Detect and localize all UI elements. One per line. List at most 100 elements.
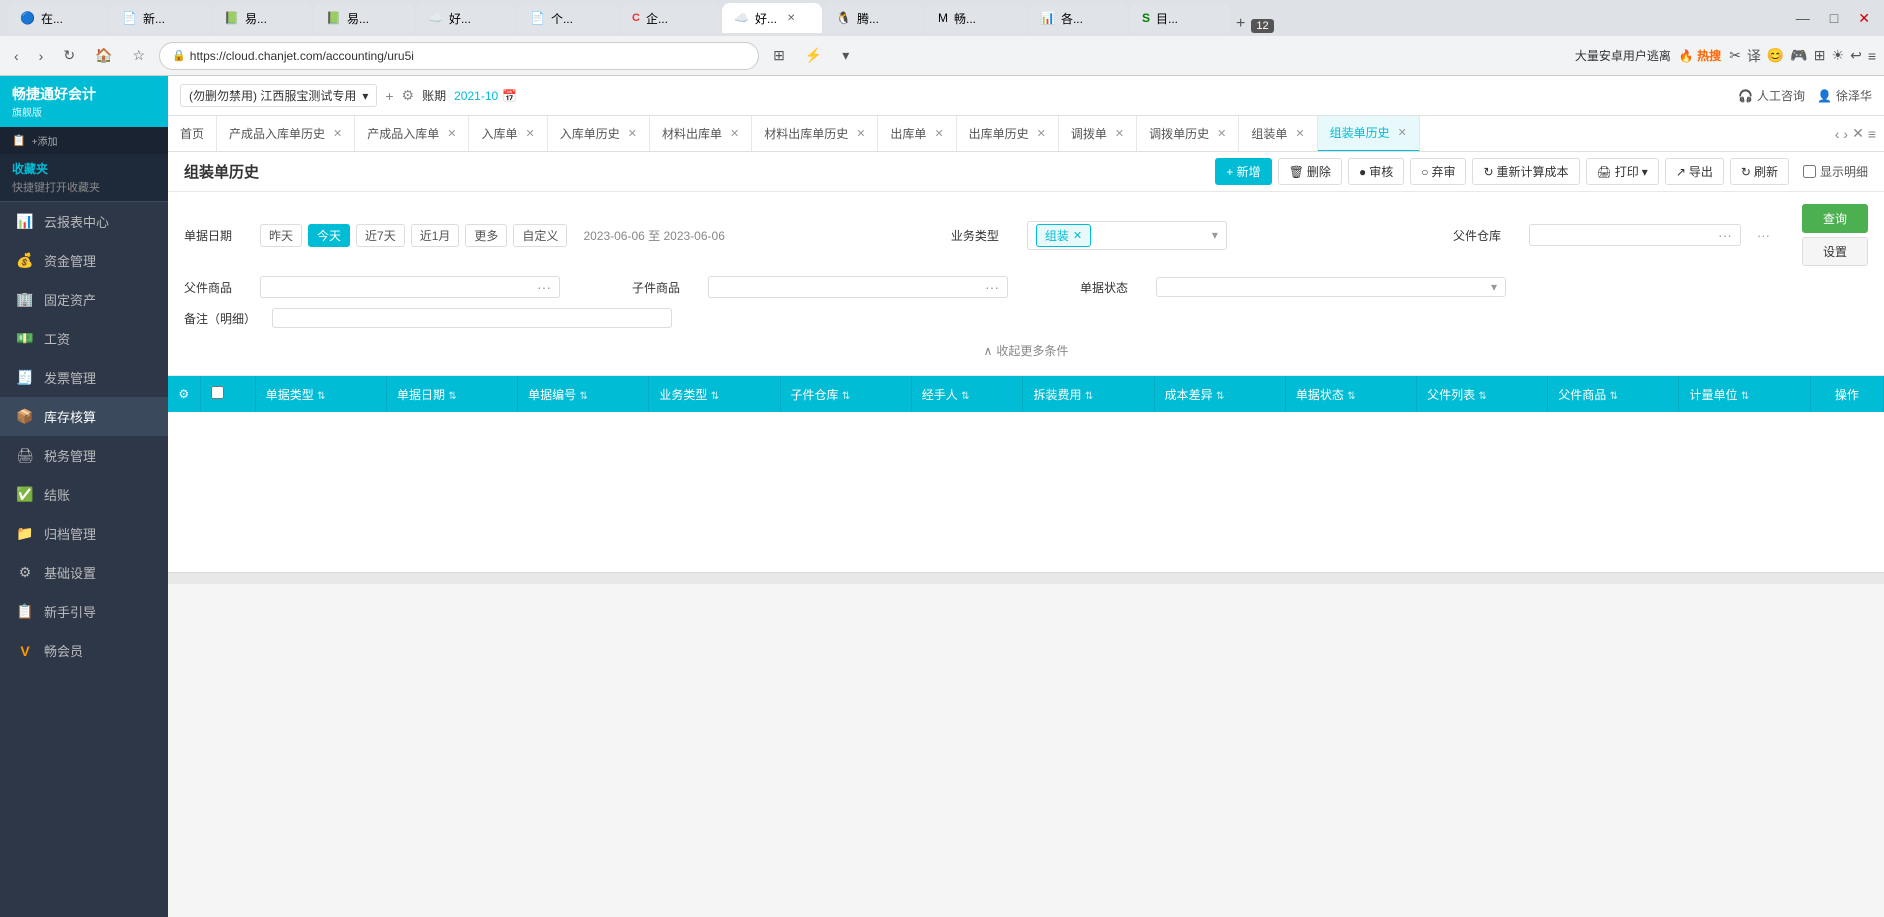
browser-tab-5[interactable]: 📄 个... (518, 3, 618, 33)
tab-nav-next[interactable]: › (1843, 126, 1848, 142)
tab-assembly-close[interactable]: ✕ (1295, 127, 1304, 140)
display-detail-checkbox[interactable] (1803, 165, 1816, 178)
sidebar-item-inventory[interactable]: 📦 库存核算 (0, 397, 168, 436)
tab-material-out-close[interactable]: ✕ (730, 127, 739, 140)
tab-produce-in-history-close[interactable]: ✕ (333, 127, 342, 140)
tab-in-order-history-close[interactable]: ✕ (628, 127, 637, 140)
period-value[interactable]: 2021-10 📅 (454, 89, 517, 103)
sidebar-item-settings[interactable]: ⚙ 基础设置 (0, 553, 168, 592)
new-tab-button[interactable]: + (1232, 15, 1249, 33)
th-parent-list[interactable]: 父件列表 ⇅ (1417, 376, 1548, 412)
sidebar-item-guide[interactable]: 📋 新手引导 (0, 592, 168, 631)
sidebar-item-capital[interactable]: 💰 资金管理 (0, 241, 168, 280)
tab-out-order-history-close[interactable]: ✕ (1037, 127, 1046, 140)
tab-assembly-history-close[interactable]: ✕ (1398, 126, 1407, 139)
sidebar-item-assets[interactable]: 🏢 固定资产 (0, 280, 168, 319)
th-unit[interactable]: 计量单位 ⇅ (1679, 376, 1810, 412)
page-tab-transfer[interactable]: 调拨单 ✕ (1059, 116, 1137, 152)
account-selector[interactable]: (勿删勿禁用) 江西服宝测试专用 ▾ (180, 84, 377, 107)
th-bill-no[interactable]: 单据编号 ⇅ (518, 376, 649, 412)
home-button[interactable]: 🏠 (89, 45, 118, 66)
page-tab-in-order[interactable]: 入库单 ✕ (469, 116, 547, 152)
biz-type-tag-close[interactable]: ✕ (1073, 229, 1082, 242)
page-tab-transfer-history[interactable]: 调拨单历史 ✕ (1137, 116, 1239, 152)
date-7days-btn[interactable]: 近7天 (356, 224, 405, 247)
close-button[interactable]: ✕ (1852, 10, 1876, 27)
th-biz-type[interactable]: 业务类型 ⇅ (649, 376, 780, 412)
browser-tab-6[interactable]: C 企... (620, 3, 720, 33)
refresh-button[interactable]: ↻ 刷新 (1730, 158, 1789, 185)
biz-type-filter[interactable]: 组装 ✕ ▾ (1027, 221, 1227, 250)
print-button[interactable]: 🖨 打印 ▾ (1586, 158, 1659, 185)
abandon-button[interactable]: ○ 弃审 (1410, 158, 1466, 185)
tab-in-order-close[interactable]: ✕ (526, 127, 535, 140)
query-button[interactable]: 查询 (1802, 204, 1868, 233)
collapse-filter-button[interactable]: ∧ 收起更多条件 (184, 338, 1868, 363)
add-account-button[interactable]: + (385, 88, 393, 104)
add-button[interactable]: + 新增 (1215, 158, 1271, 185)
audit-button[interactable]: ● 审核 (1348, 158, 1404, 185)
date-custom-btn[interactable]: 自定义 (513, 224, 567, 247)
expand-button[interactable]: ▾ (836, 45, 855, 66)
page-tab-out-order-history[interactable]: 出库单历史 ✕ (957, 116, 1059, 152)
qr-button[interactable]: ⊞ (767, 45, 791, 66)
page-tab-in-order-history[interactable]: 入库单历史 ✕ (548, 116, 650, 152)
tab-close-7[interactable]: ✕ (787, 13, 795, 24)
parent-warehouse-filter[interactable]: ··· (1529, 224, 1741, 246)
forward-button[interactable]: › (33, 46, 50, 66)
browser-tab-3[interactable]: 📗 易... (314, 3, 414, 33)
minimize-button[interactable]: ― (1790, 10, 1816, 26)
browser-tab-2[interactable]: 📗 易... (212, 3, 312, 33)
receipt-status-filter[interactable]: ▾ (1156, 277, 1506, 297)
th-bill-date[interactable]: 单据日期 ⇅ (386, 376, 517, 412)
page-tab-produce-in[interactable]: 产成品入库单 ✕ (355, 116, 469, 152)
date-yesterday-btn[interactable]: 昨天 (260, 224, 302, 247)
tab-nav-close-all[interactable]: ✕ (1852, 125, 1864, 142)
back-button[interactable]: ‹ (8, 46, 25, 66)
tab-nav-more[interactable]: ≡ (1868, 126, 1876, 142)
date-1month-btn[interactable]: 近1月 (411, 224, 460, 247)
page-tab-material-out[interactable]: 材料出库单 ✕ (650, 116, 752, 152)
customer-service-button[interactable]: 🎧 人工咨询 (1738, 87, 1805, 104)
remarks-input[interactable] (281, 311, 663, 325)
tab-produce-in-close[interactable]: ✕ (447, 127, 456, 140)
sidebar-item-membership[interactable]: V 畅会员 (0, 631, 168, 670)
settings-gear-button[interactable]: ⚙ (402, 87, 415, 104)
recalculate-button[interactable]: ↻ 重新计算成本 (1472, 158, 1579, 185)
sidebar-item-reports[interactable]: 📊 云报表中心 (0, 202, 168, 241)
browser-tab-0[interactable]: 🔵 在... (8, 3, 108, 33)
sidebar-item-archive[interactable]: 📁 归档管理 (0, 514, 168, 553)
tab-transfer-close[interactable]: ✕ (1115, 127, 1124, 140)
browser-tab-4[interactable]: ☁️ 好... (416, 3, 516, 33)
th-settings[interactable]: ⚙ (168, 376, 200, 412)
th-handler[interactable]: 经手人 ⇅ (911, 376, 1023, 412)
horizontal-scrollbar[interactable] (168, 572, 1884, 584)
browser-tab-1[interactable]: 📄 新... (110, 3, 210, 33)
th-bill-status[interactable]: 单据状态 ⇅ (1285, 376, 1416, 412)
th-checkbox[interactable] (200, 376, 255, 412)
export-button[interactable]: ↗ 导出 (1665, 158, 1724, 185)
display-detail-toggle[interactable]: 显示明细 (1803, 163, 1868, 180)
tab-material-out-history-close[interactable]: ✕ (856, 127, 865, 140)
th-child-warehouse[interactable]: 子件仓库 ⇅ (780, 376, 911, 412)
bookmark-button[interactable]: ☆ (127, 45, 152, 66)
delete-button[interactable]: 🗑 删除 (1278, 158, 1342, 185)
page-tab-home[interactable]: 首页 (168, 116, 217, 152)
address-box[interactable]: 🔒 https://cloud.chanjet.com/accounting/u… (159, 42, 759, 70)
th-parent-goods[interactable]: 父件商品 ⇅ (1548, 376, 1679, 412)
browser-tab-7[interactable]: ☁️ 好... ✕ (722, 3, 822, 33)
sidebar-item-tax[interactable]: 🖨 税务管理 (0, 436, 168, 475)
lightning-button[interactable]: ⚡ (799, 45, 828, 66)
user-avatar-button[interactable]: 👤 徐泽华 (1817, 87, 1872, 104)
page-tab-assembly[interactable]: 组装单 ✕ (1239, 116, 1317, 152)
sidebar-item-settlement[interactable]: ✅ 结账 (0, 475, 168, 514)
maximize-button[interactable]: □ (1824, 10, 1844, 26)
browser-tab-8[interactable]: 🐧 腾... (824, 3, 924, 33)
th-bill-type[interactable]: 单据类型 ⇅ (255, 376, 386, 412)
browser-tab-10[interactable]: 📊 各... (1028, 3, 1128, 33)
remarks-filter[interactable] (272, 308, 672, 328)
page-tab-assembly-history[interactable]: 组装单历史 ✕ (1318, 116, 1420, 152)
page-tab-produce-in-history[interactable]: 产成品入库单历史 ✕ (217, 116, 355, 152)
sidebar-item-invoice[interactable]: 🧾 发票管理 (0, 358, 168, 397)
filter-settings-button[interactable]: 设置 (1802, 237, 1868, 266)
